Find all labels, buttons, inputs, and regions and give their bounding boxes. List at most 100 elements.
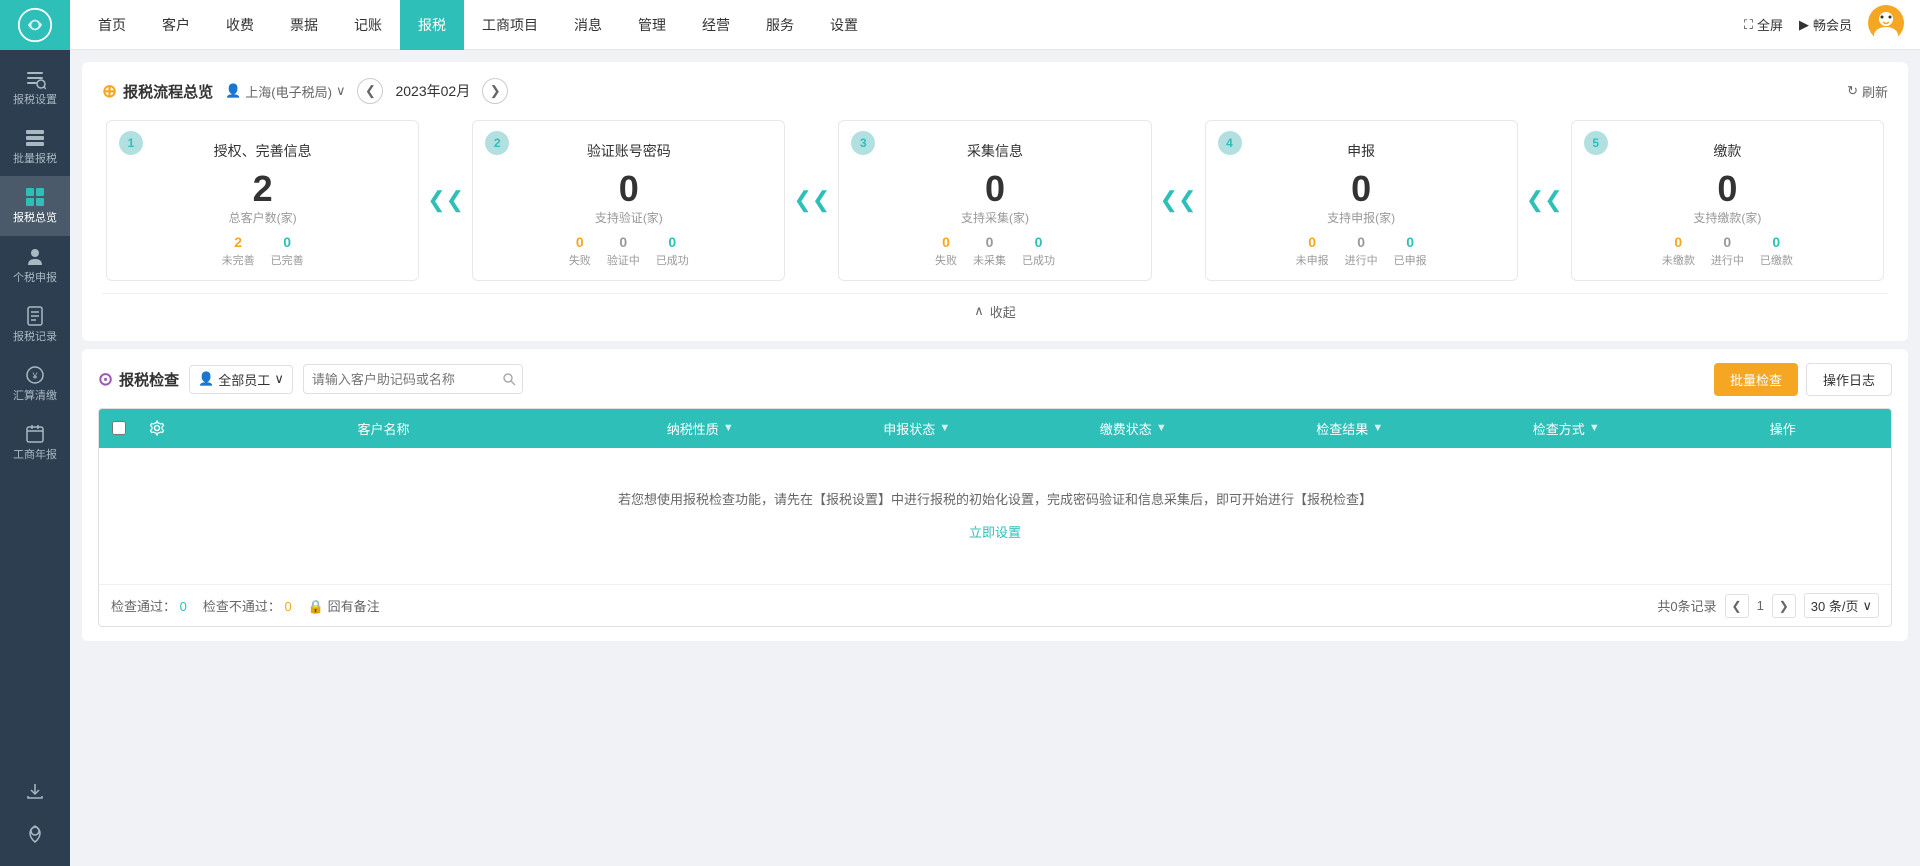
step-stats-4: 0 未申报 0 进行中 0 已申报 bbox=[1226, 234, 1497, 268]
nav-business[interactable]: 工商项目 bbox=[464, 0, 556, 50]
stat-label: 进行中 bbox=[1711, 252, 1744, 268]
search-box bbox=[303, 364, 523, 394]
filter-icon[interactable]: ▼ bbox=[939, 422, 950, 434]
top-nav: 首页 客户 收费 票据 记账 报税 工商项目 消息 管理 经营 服务 设置 ⛶ … bbox=[0, 0, 1920, 50]
sidebar-item-tax-record[interactable]: 报税记录 bbox=[0, 295, 70, 354]
step-stat-5-1: 0 进行中 bbox=[1711, 234, 1744, 268]
nav-manage[interactable]: 管理 bbox=[620, 0, 684, 50]
step-arrow-1: ❮❮ bbox=[423, 120, 468, 281]
nav-service[interactable]: 服务 bbox=[748, 0, 812, 50]
nav-invoice[interactable]: 票据 bbox=[272, 0, 336, 50]
th-checkbox[interactable] bbox=[99, 411, 139, 445]
nav-accounting[interactable]: 记账 bbox=[336, 0, 400, 50]
th-customer-name: 客户名称 bbox=[175, 409, 592, 448]
nav-operation[interactable]: 经营 bbox=[684, 0, 748, 50]
setup-link[interactable]: 立即设置 bbox=[969, 525, 1021, 540]
prev-page-btn[interactable]: ❮ bbox=[1725, 594, 1749, 618]
process-step-2: 2 验证账号密码 0 支持验证(家) 0 失败 0 验证中 bbox=[472, 120, 785, 281]
personal-tax-icon bbox=[24, 246, 46, 268]
th-gear[interactable] bbox=[139, 410, 175, 446]
nav-home[interactable]: 首页 bbox=[80, 0, 144, 50]
filter-icon[interactable]: ▼ bbox=[1156, 422, 1167, 434]
step-count-2: 0 bbox=[493, 169, 764, 209]
sidebar-item-personal-tax[interactable]: 个税申报 bbox=[0, 236, 70, 295]
refresh-btn[interactable]: ↻ 刷新 bbox=[1847, 82, 1888, 101]
empty-text: 若您想使用报税检查功能，请先在【报税设置】中进行报税的初始化设置，完成密码验证和… bbox=[119, 488, 1871, 511]
step-title-5: 缴款 bbox=[1592, 141, 1863, 161]
th-tax-nature: 纳税性质 ▼ bbox=[592, 409, 809, 448]
sidebar-item-annual-report[interactable]: 工商年报 bbox=[0, 413, 70, 472]
fail-value[interactable]: 0 bbox=[285, 599, 292, 614]
nav-fee[interactable]: 收费 bbox=[208, 0, 272, 50]
process-steps: 1 授权、完善信息 2 总客户数(家) 2 未完善 0 已完善 bbox=[102, 120, 1888, 281]
step-num-2: 2 bbox=[485, 131, 509, 155]
sidebar-item-batch-tax[interactable]: 批量报税 bbox=[0, 117, 70, 176]
th-declare-status: 申报状态 ▼ bbox=[809, 409, 1026, 448]
nav-message[interactable]: 消息 bbox=[556, 0, 620, 50]
next-page-btn[interactable]: ❯ bbox=[1772, 594, 1796, 618]
step-stats-5: 0 未缴款 0 进行中 0 已缴款 bbox=[1592, 234, 1863, 268]
avatar[interactable] bbox=[1868, 5, 1904, 44]
step-title-3: 采集信息 bbox=[859, 141, 1130, 161]
annual-report-icon bbox=[24, 423, 46, 445]
step-stats-2: 0 失败 0 验证中 0 已成功 bbox=[493, 234, 764, 268]
prev-month-btn[interactable]: ❮ bbox=[357, 78, 383, 104]
check-title-text: 报税检查 bbox=[119, 369, 179, 390]
chevron-down-icon: ∨ bbox=[336, 83, 346, 99]
process-header: ⊕ 报税流程总览 👤 上海(电子税局) ∨ ❮ 2023年02月 ❯ ↻ 刷新 bbox=[102, 78, 1888, 104]
per-page-select[interactable]: 30 条/页 ∨ bbox=[1804, 593, 1879, 618]
sidebar-item-location[interactable] bbox=[0, 812, 70, 854]
stat-label: 未缴款 bbox=[1662, 252, 1695, 268]
check-title-icon: ⊙ bbox=[98, 369, 113, 390]
table-body: 若您想使用报税检查功能，请先在【报税设置】中进行报税的初始化设置，完成密码验证和… bbox=[99, 448, 1891, 585]
nav-tax[interactable]: 报税 bbox=[400, 0, 464, 50]
sidebar-item-settlement[interactable]: ¥ 汇算清缴 bbox=[0, 354, 70, 413]
check-actions: 批量检查 操作日志 bbox=[1714, 363, 1892, 396]
sidebar-item-tax-settings[interactable]: 报税设置 bbox=[0, 58, 70, 117]
th-label: 检查方式 bbox=[1533, 419, 1585, 438]
staff-select-icon: 👤 bbox=[198, 371, 214, 387]
month-nav: ❮ 2023年02月 ❯ bbox=[357, 78, 508, 104]
sidebar-item-tax-overview[interactable]: 报税总览 bbox=[0, 176, 70, 235]
search-input[interactable] bbox=[304, 367, 496, 392]
collapse-label: 收起 bbox=[990, 302, 1016, 321]
search-button[interactable] bbox=[496, 365, 522, 393]
stat-num: 0 bbox=[1394, 234, 1427, 250]
sidebar-item-download[interactable] bbox=[0, 770, 70, 812]
process-step-5: 5 缴款 0 支持缴款(家) 0 未缴款 0 进行中 bbox=[1571, 120, 1884, 281]
step-stat-2-2: 0 已成功 bbox=[656, 234, 689, 268]
sidebar-label-tax-settings: 报税设置 bbox=[13, 94, 57, 107]
nav-customer[interactable]: 客户 bbox=[144, 0, 208, 50]
filter-icon[interactable]: ▼ bbox=[723, 422, 734, 434]
collapse-btn[interactable]: ∧ 收起 bbox=[102, 293, 1888, 325]
pass-value[interactable]: 0 bbox=[180, 599, 187, 614]
staff-select-label: 全部员工 bbox=[218, 370, 270, 389]
filter-icon[interactable]: ▼ bbox=[1372, 422, 1383, 434]
next-month-btn[interactable]: ❯ bbox=[482, 78, 508, 104]
step-num-4: 4 bbox=[1218, 131, 1242, 155]
location-icon bbox=[24, 822, 46, 844]
nav-settings[interactable]: 设置 bbox=[812, 0, 876, 50]
staff-select[interactable]: 👤 全部员工 ∨ bbox=[189, 365, 293, 394]
operation-log-btn[interactable]: 操作日志 bbox=[1806, 363, 1892, 396]
filter-icon[interactable]: ▼ bbox=[1589, 422, 1600, 434]
sidebar-label-personal-tax: 个税申报 bbox=[13, 272, 57, 285]
step-stat-4-1: 0 进行中 bbox=[1345, 234, 1378, 268]
step-arrow-4: ❮❮ bbox=[1522, 120, 1567, 281]
stat-num: 0 bbox=[656, 234, 689, 250]
stat-num: 0 bbox=[935, 234, 957, 250]
batch-tax-icon bbox=[24, 127, 46, 149]
download-icon bbox=[24, 780, 46, 802]
select-all-checkbox[interactable] bbox=[112, 421, 126, 435]
process-title-icon: ⊕ bbox=[102, 81, 117, 102]
step-count-4: 0 bbox=[1226, 169, 1497, 209]
fullscreen-btn[interactable]: ⛶ 全屏 bbox=[1744, 15, 1783, 34]
member-btn[interactable]: ▶ 畅会员 bbox=[1799, 15, 1852, 34]
collapse-icon: ∧ bbox=[974, 303, 984, 319]
batch-check-btn[interactable]: 批量检查 bbox=[1714, 363, 1798, 396]
step-stat-3-1: 0 未采集 bbox=[973, 234, 1006, 268]
step-count-3: 0 bbox=[859, 169, 1130, 209]
stat-num: 0 bbox=[1711, 234, 1744, 250]
location-tag[interactable]: 👤 上海(电子税局) ∨ bbox=[225, 82, 345, 101]
process-step-1: 1 授权、完善信息 2 总客户数(家) 2 未完善 0 已完善 bbox=[106, 120, 419, 281]
